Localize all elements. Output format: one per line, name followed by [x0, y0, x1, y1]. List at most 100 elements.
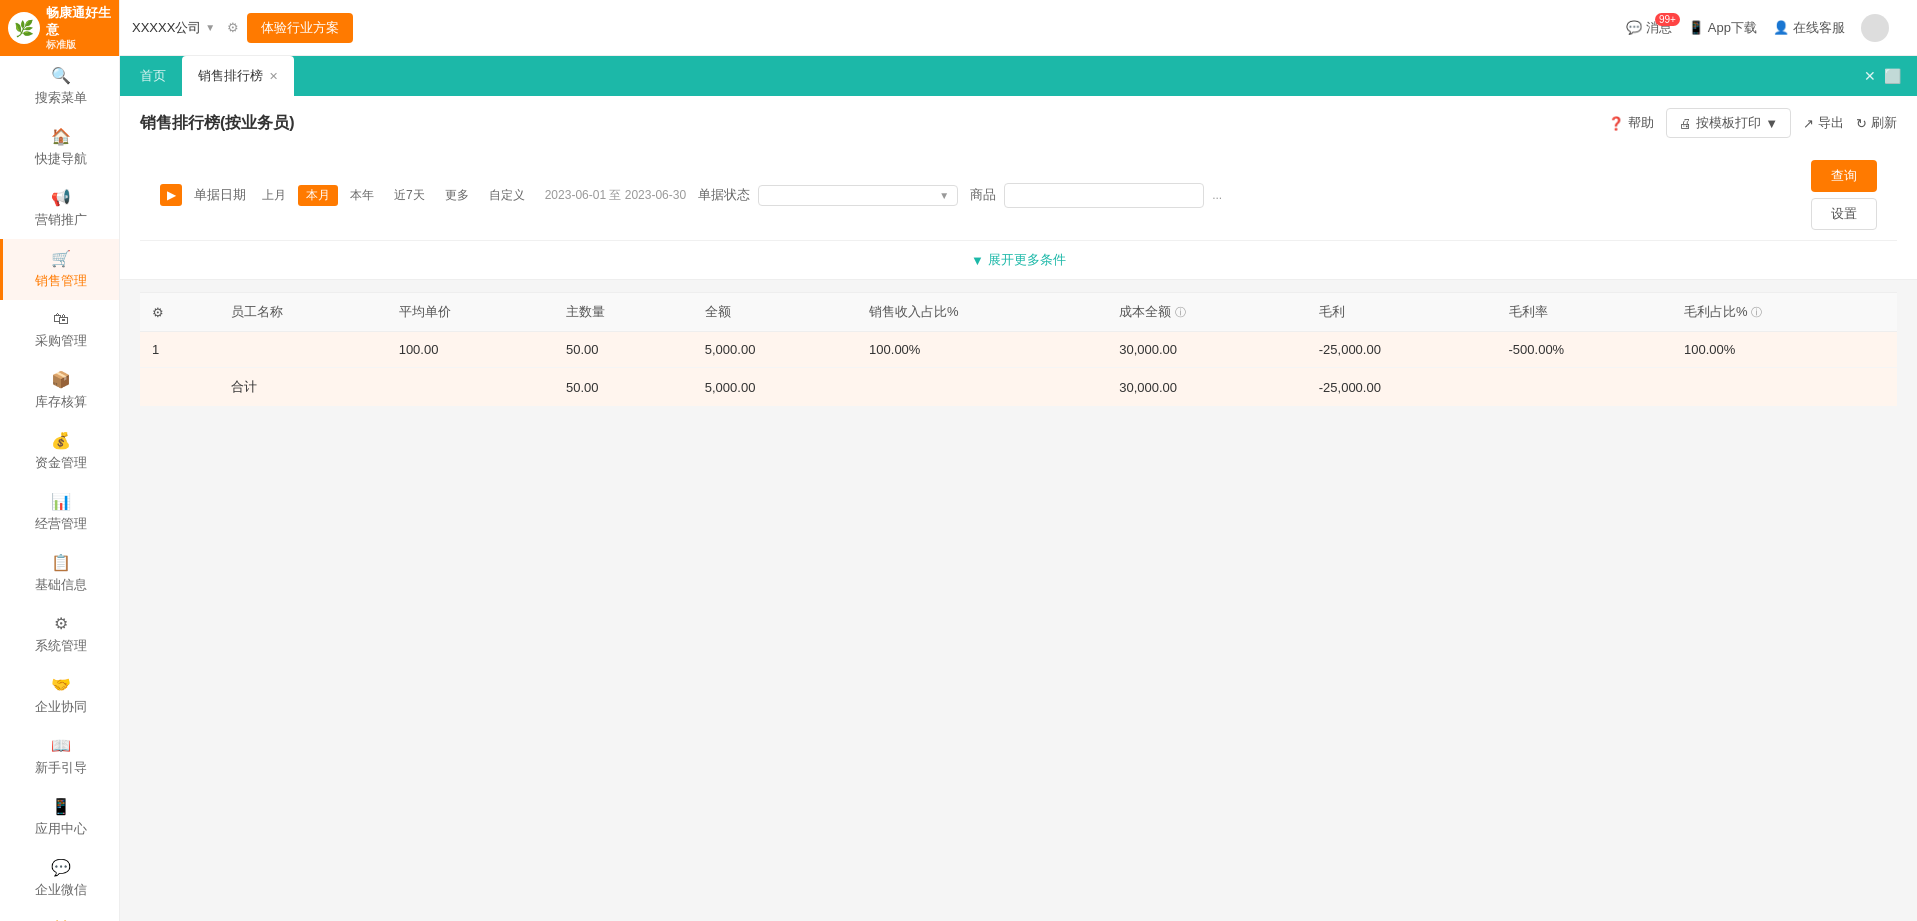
sidebar-item-marketing[interactable]: 📢 营销推广 [0, 178, 119, 239]
logo-icon: 🌿 [8, 12, 40, 44]
help-icon: ❓ [1608, 116, 1624, 131]
sidebar-item-collab[interactable]: 🤝 企业协同 [0, 665, 119, 726]
company-selector[interactable]: XXXXX公司 ▼ [132, 19, 215, 37]
system-icon: ⚙ [54, 614, 68, 633]
refresh-icon: ↻ [1856, 116, 1867, 131]
gross-pct-info-icon[interactable]: ⓘ [1751, 306, 1762, 318]
date-tab-current-year[interactable]: 本年 [342, 185, 382, 206]
finance-icon: 💰 [51, 431, 71, 450]
status-select[interactable]: ▼ [758, 185, 958, 206]
row-qty: 50.00 [554, 332, 693, 368]
th-qty: 主数量 [554, 293, 693, 332]
date-filter-label: 单据日期 [194, 186, 246, 204]
avatar[interactable] [1861, 14, 1889, 42]
date-tab-current-month[interactable]: 本月 [298, 185, 338, 206]
online-service-button[interactable]: 👤 在线客服 [1773, 19, 1845, 37]
date-tab-custom[interactable]: 自定义 [481, 185, 533, 206]
app-center-icon: 📱 [51, 797, 71, 816]
footer-amount: 5,000.00 [693, 368, 857, 407]
export-label: 导出 [1818, 114, 1844, 132]
th-gross: 毛利 [1307, 293, 1497, 332]
settings-gear-icon[interactable]: ⚙ [227, 20, 239, 35]
status-filter-label: 单据状态 [698, 186, 750, 204]
sales-label: 销售管理 [35, 272, 87, 290]
goods-filter-label: 商品 [970, 186, 996, 204]
gear-settings-icon: ⚙ [152, 305, 164, 320]
query-col: 查询 设置 [1811, 160, 1877, 230]
sidebar-item-sales[interactable]: 🛒 销售管理 [0, 239, 119, 300]
app-icon: 📱 [1688, 20, 1704, 35]
sidebar-item-search[interactable]: 🔍 搜索菜单 [0, 56, 119, 117]
window-controls: ✕ ⬜ [1852, 68, 1913, 84]
settings-button[interactable]: 设置 [1811, 198, 1877, 230]
filter-toggle-icon[interactable]: ▶ [160, 184, 182, 206]
expand-label: 展开更多条件 [988, 251, 1066, 269]
row-rank: 1 [140, 332, 219, 368]
system-label: 系统管理 [35, 637, 87, 655]
th-gross-pct: 毛利占比% ⓘ [1672, 293, 1897, 332]
purchase-label: 采购管理 [35, 332, 87, 350]
basic-info-icon: 📋 [51, 553, 71, 572]
sidebar-item-wechat[interactable]: 💬 企业微信 [0, 848, 119, 909]
sidebar-item-inventory[interactable]: 📦 库存核算 [0, 360, 119, 421]
date-tab-last-month[interactable]: 上月 [254, 185, 294, 206]
help-button[interactable]: ❓ 帮助 [1608, 114, 1654, 132]
sidebar-item-operations[interactable]: 📊 经营管理 [0, 482, 119, 543]
tab-home[interactable]: 首页 [124, 56, 182, 96]
topbar-right: 💬 消息 99+ 📱 App下载 👤 在线客服 [1626, 14, 1905, 42]
cost-info-icon[interactable]: ⓘ [1175, 306, 1186, 318]
restore-window-icon[interactable]: ⬜ [1884, 68, 1901, 84]
footer-avg-price [387, 368, 554, 407]
app-center-label: 应用中心 [35, 820, 87, 838]
sidebar-item-guide[interactable]: 📖 新手引导 [0, 726, 119, 787]
tab-sales-ranking-label: 销售排行榜 [198, 67, 263, 85]
messages-button[interactable]: 💬 消息 99+ [1626, 19, 1672, 37]
expand-icon: ▼ [971, 253, 984, 268]
print-button[interactable]: 🖨 按模板打印 ▼ [1666, 108, 1791, 138]
online-service-label: 在线客服 [1793, 19, 1845, 37]
company-name: XXXXX公司 [132, 19, 201, 37]
goods-filter-input[interactable] [1004, 183, 1204, 208]
goods-more-icon[interactable]: ... [1212, 188, 1222, 202]
basic-info-label: 基础信息 [35, 576, 87, 594]
inventory-icon: 📦 [51, 370, 71, 389]
tab-close-icon[interactable]: ✕ [269, 70, 278, 83]
sidebar-item-app-center[interactable]: 📱 应用中心 [0, 787, 119, 848]
sidebar-item-purchase[interactable]: 🛍 采购管理 [0, 300, 119, 360]
row-gross: -25,000.00 [1307, 332, 1497, 368]
tab-sales-ranking[interactable]: 销售排行榜 ✕ [182, 56, 294, 96]
sidebar-item-finance[interactable]: 💰 资金管理 [0, 421, 119, 482]
row-gross-pct: 100.00% [1672, 332, 1897, 368]
wechat-label: 企业微信 [35, 881, 87, 899]
sidebar-item-quick-nav[interactable]: 🏠 快捷导航 [0, 117, 119, 178]
th-gear[interactable]: ⚙ [140, 293, 219, 332]
topbar: XXXXX公司 ▼ ⚙ 体验行业方案 💬 消息 99+ 📱 App下载 👤 在线… [120, 0, 1917, 56]
refresh-button[interactable]: ↻ 刷新 [1856, 114, 1897, 132]
close-window-icon[interactable]: ✕ [1864, 68, 1876, 84]
service-icon: 👤 [1773, 20, 1789, 35]
app-download-button[interactable]: 📱 App下载 [1688, 19, 1757, 37]
query-button[interactable]: 查询 [1811, 160, 1877, 192]
sidebar-item-basic-info[interactable]: 📋 基础信息 [0, 543, 119, 604]
footer-label: 合计 [219, 368, 386, 407]
sidebar-item-member[interactable]: 👑 畅会员 [0, 909, 119, 921]
quick-nav-icon: 🏠 [51, 127, 71, 146]
guide-icon: 📖 [51, 736, 71, 755]
filter-bar: ▶ 单据日期 上月 本月 本年 近7天 更多 自定义 2023-06-01 至 … [140, 150, 1897, 240]
row-sales-pct: 100.00% [857, 332, 1107, 368]
date-tab-7days[interactable]: 近7天 [386, 185, 433, 206]
operations-icon: 📊 [51, 492, 71, 511]
trial-button[interactable]: 体验行业方案 [247, 13, 353, 43]
export-button[interactable]: ↗ 导出 [1803, 114, 1844, 132]
inventory-label: 库存核算 [35, 393, 87, 411]
purchase-icon: 🛍 [53, 310, 69, 328]
sidebar-item-system[interactable]: ⚙ 系统管理 [0, 604, 119, 665]
search-icon: 🔍 [51, 66, 71, 85]
row-cost: 30,000.00 [1107, 332, 1307, 368]
expand-button[interactable]: ▼ 展开更多条件 [971, 245, 1066, 275]
print-dropdown-icon: ▼ [1765, 116, 1778, 131]
th-name: 员工名称 [219, 293, 386, 332]
company-dropdown-icon: ▼ [205, 22, 215, 33]
date-tab-more[interactable]: 更多 [437, 185, 477, 206]
footer-qty: 50.00 [554, 368, 693, 407]
